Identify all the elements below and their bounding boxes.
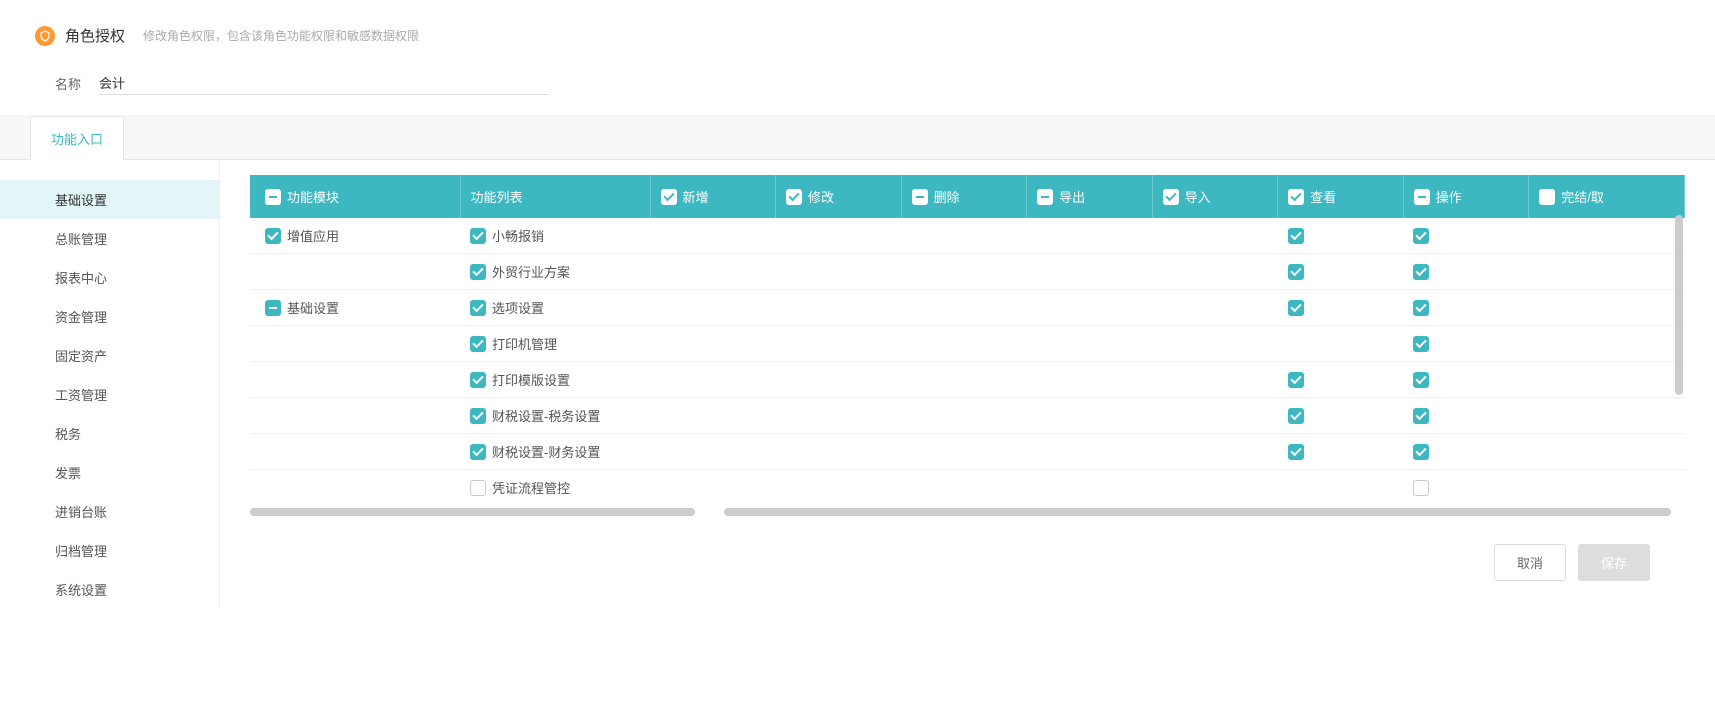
header-checkbox-0[interactable] [265,189,281,205]
perm-checkbox-5[interactable] [1288,408,1304,424]
perm-checkbox-6[interactable] [1413,408,1429,424]
col-header-6: 导入 [1152,175,1278,218]
sidebar-item-7[interactable]: 发票 [0,453,219,492]
sidebar-item-10[interactable]: 系统设置 [0,570,219,609]
table-row: 打印机管理 [250,326,1685,362]
permissions-table: 功能模块 功能列表 新增 修改 删除 导出 导入 查看 操作 完结/取 增值应用 小畅报销外贸行业方… [250,175,1685,505]
perm-checkbox-5[interactable] [1288,264,1304,280]
perm-checkbox-6[interactable] [1413,336,1429,352]
func-checkbox[interactable] [470,444,486,460]
perm-checkbox-5[interactable] [1288,444,1304,460]
col-header-2: 新增 [650,175,776,218]
col-header-4: 删除 [901,175,1027,218]
col-header-5: 导出 [1027,175,1153,218]
tabs-bar: 功能入口 [0,115,1715,160]
module-checkbox[interactable] [265,300,281,316]
sidebar-item-9[interactable]: 归档管理 [0,531,219,570]
col-header-9: 完结/取 [1529,175,1685,218]
sidebar-item-6[interactable]: 税务 [0,414,219,453]
header-checkbox-2[interactable] [661,189,677,205]
func-label: 财税设置-税务设置 [492,406,600,425]
vertical-scrollbar[interactable] [1675,215,1683,470]
header-checkbox-9[interactable] [1539,189,1555,205]
tab-function-entry[interactable]: 功能入口 [30,116,124,160]
header-checkbox-8[interactable] [1414,189,1430,205]
content-area: 功能模块 功能列表 新增 修改 删除 导出 导入 查看 操作 完结/取 增值应用 小畅报销外贸行业方… [220,160,1715,609]
col-header-3: 修改 [776,175,902,218]
header-checkbox-5[interactable] [1037,189,1053,205]
header-checkbox-7[interactable] [1288,189,1304,205]
func-checkbox[interactable] [470,264,486,280]
func-checkbox[interactable] [470,300,486,316]
header-label-2: 新增 [683,187,709,206]
header-label-3: 修改 [808,187,834,206]
role-name-input[interactable] [99,71,549,95]
header-label-7: 查看 [1310,187,1336,206]
table-row: 外贸行业方案 [250,254,1685,290]
perm-checkbox-6[interactable] [1413,372,1429,388]
page-subtitle: 修改角色权限，包含该角色功能权限和敏感数据权限 [143,27,419,44]
func-label: 小畅报销 [492,226,544,245]
table-row: 打印模版设置 [250,362,1685,398]
sidebar-item-2[interactable]: 报表中心 [0,258,219,297]
header-label-9: 完结/取 [1561,187,1604,206]
func-checkbox[interactable] [470,408,486,424]
page-title: 角色授权 [65,25,125,46]
sidebar-item-8[interactable]: 进销台账 [0,492,219,531]
col-header-7: 查看 [1278,175,1404,218]
module-label: 增值应用 [287,226,339,245]
table-row: 财税设置-财务设置 [250,434,1685,470]
func-label: 凭证流程管控 [492,478,570,497]
func-checkbox[interactable] [470,480,486,496]
func-label: 打印模版设置 [492,370,570,389]
perm-checkbox-6[interactable] [1413,300,1429,316]
perm-checkbox-5[interactable] [1288,228,1304,244]
table-row: 增值应用 小畅报销 [250,218,1685,254]
perm-checkbox-6[interactable] [1413,228,1429,244]
name-label: 名称 [55,74,81,93]
sidebar-item-1[interactable]: 总账管理 [0,219,219,258]
header-checkbox-4[interactable] [912,189,928,205]
perm-checkbox-6[interactable] [1413,264,1429,280]
col-header-0: 功能模块 [250,175,460,218]
perm-checkbox-6[interactable] [1413,444,1429,460]
header-checkbox-6[interactable] [1163,189,1179,205]
horizontal-scrollbar[interactable] [250,508,1685,516]
perm-checkbox-6[interactable] [1413,480,1429,496]
header-label-6: 导入 [1185,187,1211,206]
save-button[interactable]: 保存 [1578,544,1650,581]
table-row: 基础设置 选项设置 [250,290,1685,326]
sidebar-item-4[interactable]: 固定资产 [0,336,219,375]
perm-checkbox-5[interactable] [1288,300,1304,316]
col-header-1: 功能列表 [460,175,650,218]
func-label: 选项设置 [492,298,544,317]
col-header-8: 操作 [1403,175,1529,218]
perm-checkbox-5[interactable] [1288,372,1304,388]
footer-actions: 取消 保存 [250,526,1685,599]
header-checkbox-3[interactable] [786,189,802,205]
func-label: 外贸行业方案 [492,262,570,281]
func-checkbox[interactable] [470,336,486,352]
header-label-0: 功能模块 [287,187,339,206]
header-label-4: 删除 [934,187,960,206]
table-row: 凭证流程管控 [250,470,1685,506]
header-label-1: 功能列表 [471,187,523,206]
sidebar-item-3[interactable]: 资金管理 [0,297,219,336]
page-header: 角色授权 修改角色权限，包含该角色功能权限和敏感数据权限 [0,0,1715,61]
shield-icon [35,26,55,46]
sidebar-item-0[interactable]: 基础设置 [0,180,219,219]
header-label-8: 操作 [1436,187,1462,206]
func-label: 财税设置-财务设置 [492,442,600,461]
module-label: 基础设置 [287,298,339,317]
sidebar-item-5[interactable]: 工资管理 [0,375,219,414]
func-checkbox[interactable] [470,228,486,244]
header-label-5: 导出 [1059,187,1085,206]
cancel-button[interactable]: 取消 [1494,544,1566,581]
module-checkbox[interactable] [265,228,281,244]
name-row: 名称 [0,61,1715,115]
func-checkbox[interactable] [470,372,486,388]
func-label: 打印机管理 [492,334,557,353]
sidebar: 基础设置总账管理报表中心资金管理固定资产工资管理税务发票进销台账归档管理系统设置 [0,160,220,609]
table-row: 财税设置-税务设置 [250,398,1685,434]
